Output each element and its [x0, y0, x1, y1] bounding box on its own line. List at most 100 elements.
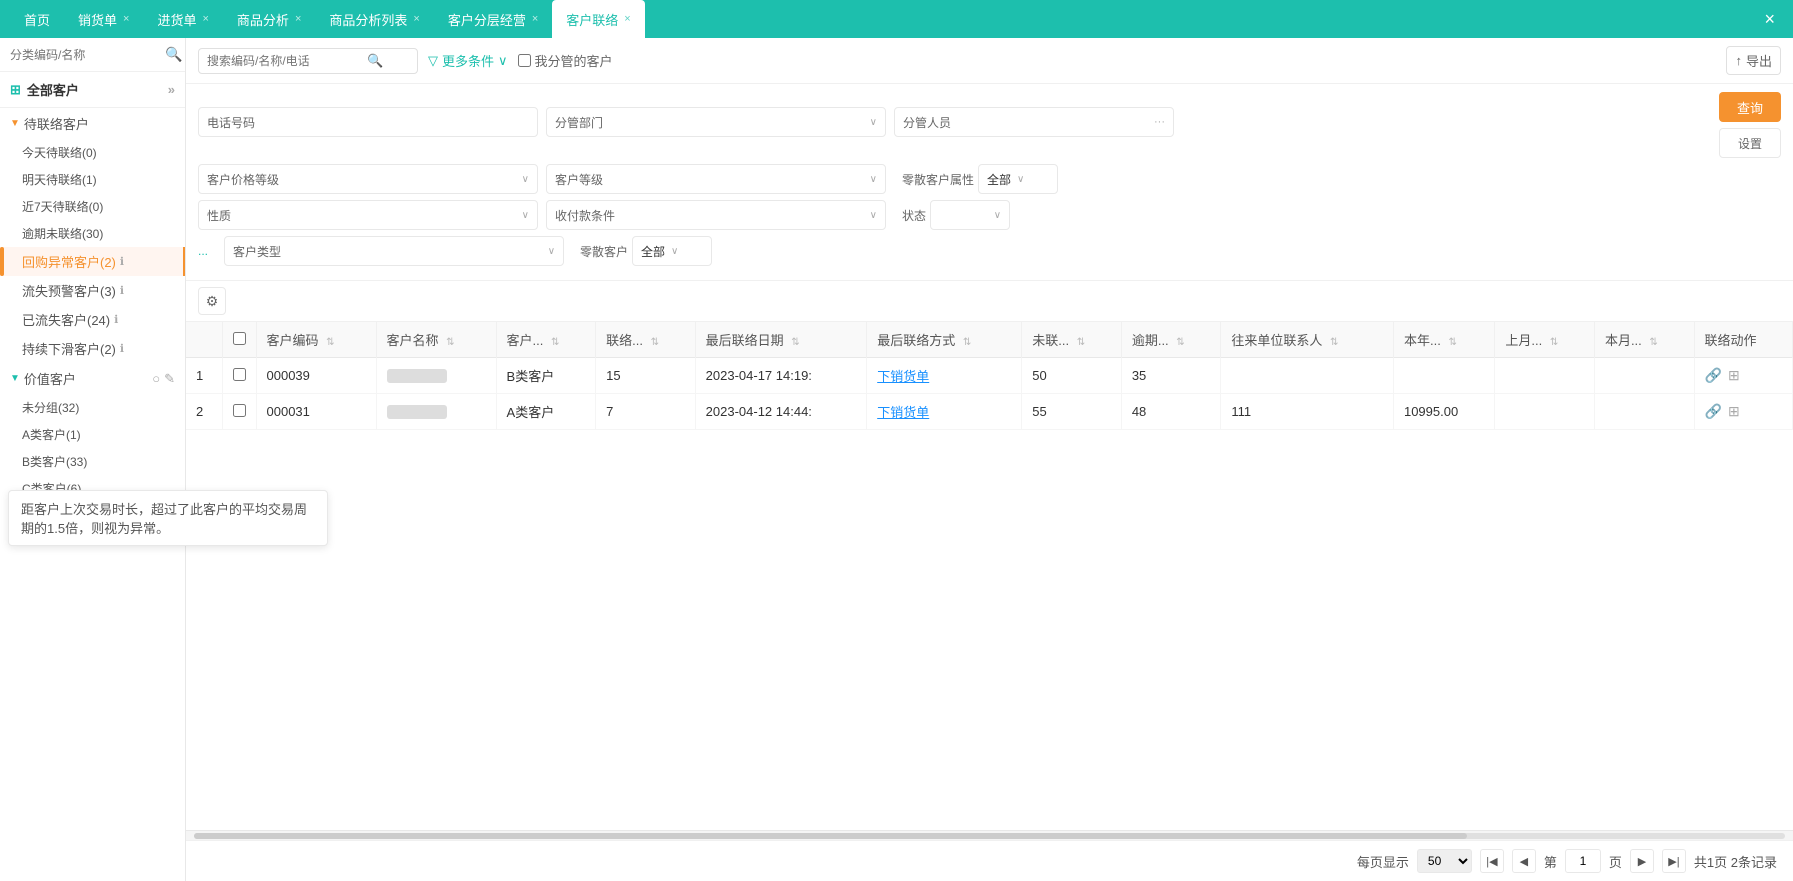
- search-icon[interactable]: 🔍: [367, 53, 383, 69]
- link-action-icon-1[interactable]: 🔗: [1705, 367, 1722, 384]
- price-grade-field[interactable]: 客户价格等级 ∨: [198, 164, 538, 194]
- sidebar-item-overdue-contact[interactable]: 逾期未联络(30): [0, 220, 185, 247]
- sidebar-group-value-customers[interactable]: ▼ 价值客户 ○ ✎: [0, 363, 185, 394]
- prev-page-button[interactable]: ◀: [1512, 849, 1536, 873]
- sort-contact-icon: ⇅: [651, 337, 659, 348]
- collapse-sidebar-icon[interactable]: »: [168, 82, 175, 97]
- my-customers-checkbox[interactable]: [518, 54, 531, 67]
- more-filter-button[interactable]: ...: [198, 244, 208, 258]
- customer-type-field[interactable]: 客户类型 ∨: [224, 236, 564, 266]
- status-select[interactable]: ∨: [930, 200, 1010, 230]
- sidebar-search-container: 🔍: [0, 38, 185, 72]
- sidebar-item-lost-customers[interactable]: 已流失客户(24) ℹ: [0, 305, 185, 334]
- next-page-button[interactable]: ▶: [1630, 849, 1654, 873]
- nav-customer-contact[interactable]: 客户联络 ×: [552, 0, 644, 38]
- search-input[interactable]: [207, 54, 367, 68]
- sidebar-item-today-contact[interactable]: 今天待联络(0): [0, 139, 185, 166]
- close-customer-contact-icon[interactable]: ×: [624, 13, 630, 25]
- customer-grade-field[interactable]: 客户等级 ∨: [546, 164, 886, 194]
- td-method-1: 下销货单: [867, 358, 1022, 394]
- triangle-down-icon: ▼: [10, 118, 20, 129]
- phone-input[interactable]: [255, 115, 529, 129]
- th-contact: 联络... ⇅: [596, 322, 696, 358]
- nav-product-analysis-list[interactable]: 商品分析列表 ×: [315, 0, 433, 38]
- sidebar-item-b-class[interactable]: B类客户(33): [0, 448, 185, 475]
- advanced-filter-panel: 电话号码 分管部门 ∨ 分管人员 ··· 查询: [186, 84, 1793, 281]
- sidebar-item-declining-customers[interactable]: 持续下滑客户(2) ℹ: [0, 334, 185, 363]
- edit-icon[interactable]: ✎: [164, 371, 175, 387]
- more-conditions-button[interactable]: ▽ 更多条件 ∨: [428, 51, 508, 70]
- th-this-year: 本年... ⇅: [1393, 322, 1494, 358]
- per-page-select[interactable]: 50 100 200: [1417, 849, 1472, 873]
- info-icon-lost: ℹ: [114, 313, 118, 326]
- contact-method-link-1[interactable]: 下销货单: [877, 369, 929, 384]
- scrollbar-thumb[interactable]: [194, 833, 1467, 839]
- nav-home[interactable]: 首页: [10, 0, 64, 38]
- close-sales-order-icon[interactable]: ×: [123, 13, 129, 25]
- nav-purchase-order[interactable]: 进货单 ×: [143, 0, 222, 38]
- manager-more-icon: ···: [1154, 116, 1165, 128]
- dept-field[interactable]: 分管部门 ∨: [546, 107, 886, 137]
- table-settings-button[interactable]: ⚙: [198, 287, 226, 315]
- scrollbar-track[interactable]: [194, 833, 1785, 839]
- close-product-analysis-icon[interactable]: ×: [295, 13, 301, 25]
- close-product-analysis-list-icon[interactable]: ×: [413, 13, 419, 25]
- td-contact-1: 15: [596, 358, 696, 394]
- sidebar-group-pending-contact[interactable]: ▼ 待联络客户: [0, 108, 185, 139]
- sort-person-icon: ⇅: [1330, 337, 1338, 348]
- contact-method-link-2[interactable]: 下销货单: [877, 405, 929, 420]
- close-purchase-order-icon[interactable]: ×: [202, 13, 208, 25]
- info-icon-repurchase: ℹ: [120, 255, 124, 268]
- sidebar-search-input[interactable]: [10, 48, 165, 62]
- manager-field[interactable]: 分管人员 ···: [894, 107, 1174, 137]
- grid-icon: ⊞: [10, 82, 21, 98]
- link-action-icon-2[interactable]: 🔗: [1705, 403, 1722, 420]
- select-all-checkbox[interactable]: [233, 332, 246, 345]
- export-icon: ↑: [1735, 53, 1742, 68]
- gender-field[interactable]: 性质 ∨: [198, 200, 538, 230]
- info-icon-loss-warning: ℹ: [120, 284, 124, 297]
- last-page-button[interactable]: ▶|: [1662, 849, 1686, 873]
- info-icon-declining: ℹ: [120, 342, 124, 355]
- scrollbar-area: [186, 830, 1793, 840]
- td-code-1: 000039: [256, 358, 376, 394]
- row-checkbox-1[interactable]: [233, 368, 246, 381]
- export-button[interactable]: ↑ 导出: [1726, 46, 1781, 75]
- query-button[interactable]: 查询: [1719, 92, 1781, 122]
- table-row: 2 000031 A类客户 7 2023-04-12 14:44: 下销货单 5…: [186, 394, 1793, 430]
- td-name-1: [376, 358, 496, 394]
- nav-customer-stratification[interactable]: 客户分层经营 ×: [434, 0, 552, 38]
- td-uncontacted-1: 50: [1022, 358, 1122, 394]
- window-close-button[interactable]: ×: [1756, 9, 1783, 30]
- nav-sales-order[interactable]: 销货单 ×: [64, 0, 143, 38]
- row-checkbox-2[interactable]: [233, 404, 246, 417]
- sidebar-item-tomorrow-contact[interactable]: 明天待联络(1): [0, 166, 185, 193]
- payment-dropdown-icon: ∨: [870, 210, 877, 221]
- th-this-month: 本月... ⇅: [1594, 322, 1694, 358]
- retail-customer-select[interactable]: 全部 ∨: [632, 236, 712, 266]
- retail-attr-select[interactable]: 全部 ∨: [978, 164, 1058, 194]
- first-page-button[interactable]: |◀: [1480, 849, 1504, 873]
- settings-button[interactable]: 设置: [1719, 128, 1781, 158]
- th-overdue: 逾期... ⇅: [1121, 322, 1221, 358]
- chevron-down-icon: ∨: [498, 53, 508, 69]
- filter-row-2: 客户价格等级 ∨ 客户等级 ∨ 零散客户属性 全部 ∨: [198, 164, 1781, 194]
- grid-action-icon-1[interactable]: ⊞: [1728, 367, 1740, 384]
- table-row: 1 000039 B类客户 15 2023-04-17 14:19: 下销货单 …: [186, 358, 1793, 394]
- sort-name-icon: ⇅: [446, 337, 454, 348]
- sidebar-search-icon[interactable]: 🔍: [165, 46, 182, 63]
- payment-field[interactable]: 收付款条件 ∨: [546, 200, 886, 230]
- nav-product-analysis[interactable]: 商品分析 ×: [223, 0, 315, 38]
- sidebar-item-7days-contact[interactable]: 近7天待联络(0): [0, 193, 185, 220]
- grid-action-icon-2[interactable]: ⊞: [1728, 403, 1740, 420]
- th-code: 客户编码 ⇅: [256, 322, 376, 358]
- sidebar-item-a-class[interactable]: A类客户(1): [0, 421, 185, 448]
- close-customer-stratification-icon[interactable]: ×: [532, 13, 538, 25]
- sidebar-item-ungroup[interactable]: 未分组(32): [0, 394, 185, 421]
- phone-field[interactable]: 电话号码: [198, 107, 538, 137]
- sidebar-item-loss-warning[interactable]: 流失预警客户(3) ℹ: [0, 276, 185, 305]
- circle-icon[interactable]: ○: [152, 371, 160, 387]
- sidebar-item-repurchase-anomaly[interactable]: 回购异常客户(2) ℹ: [0, 247, 185, 276]
- filter-row-3: 性质 ∨ 收付款条件 ∨ 状态 ∨: [198, 200, 1781, 230]
- page-number-input[interactable]: [1565, 849, 1601, 873]
